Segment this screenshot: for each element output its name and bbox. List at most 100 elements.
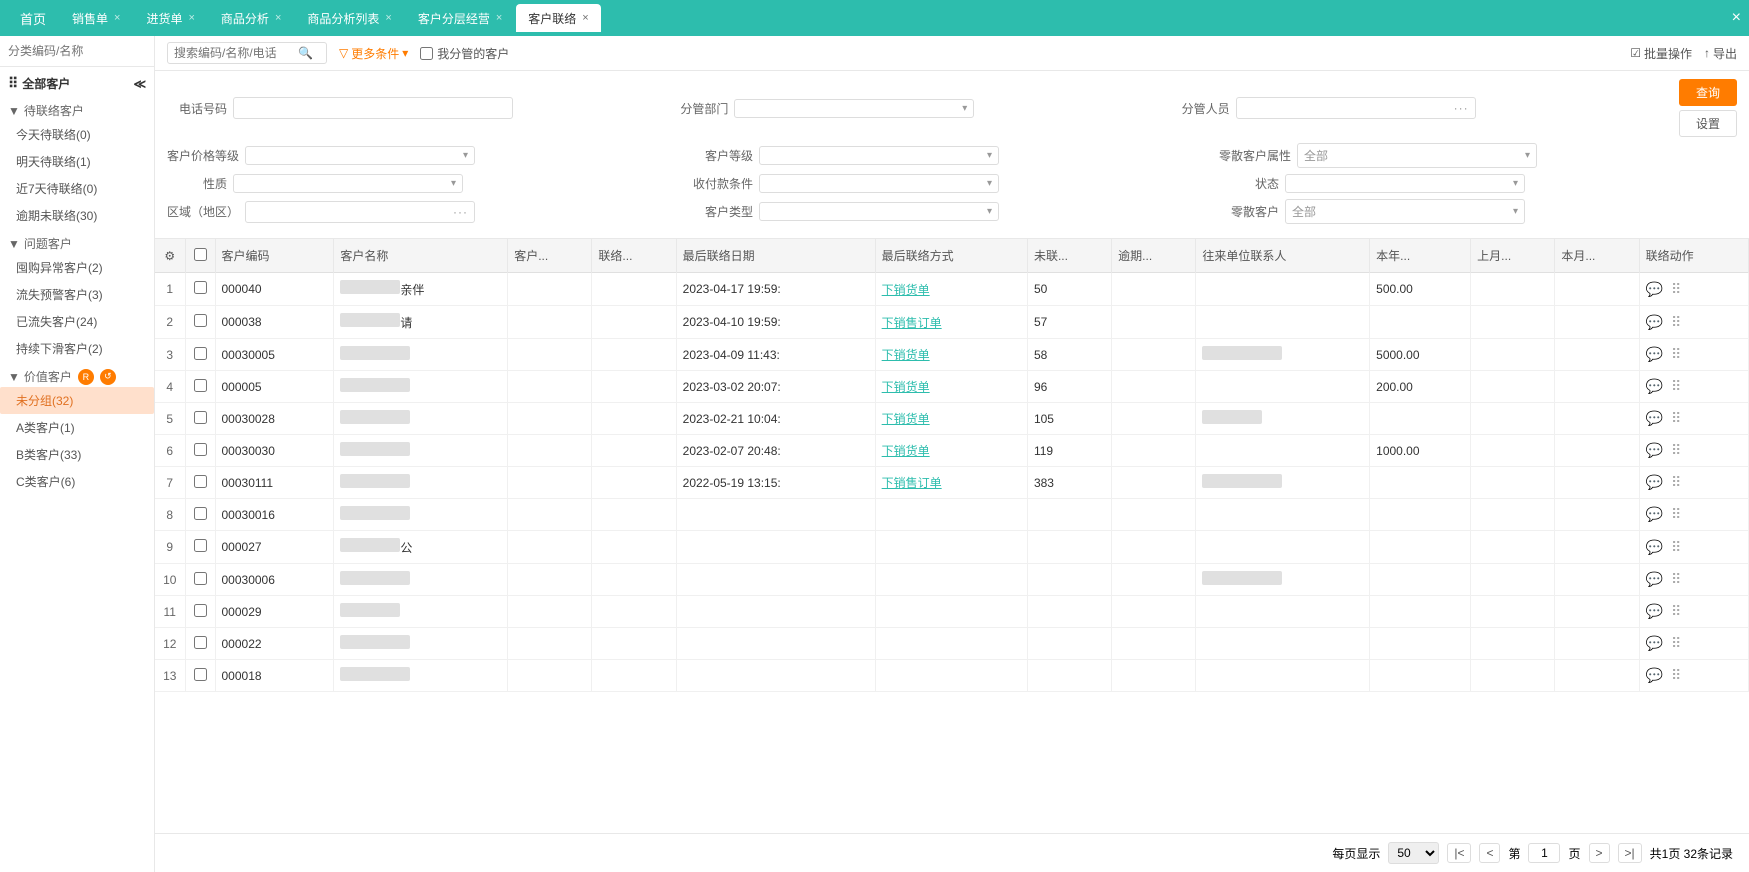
row-actions[interactable]: 💬 ⠿ xyxy=(1639,371,1748,403)
query-button[interactable]: 查询 xyxy=(1679,79,1737,106)
row-checkbox[interactable] xyxy=(185,499,215,531)
row-actions[interactable]: 💬 ⠿ xyxy=(1639,403,1748,435)
retail-cust-select[interactable]: 全部▾ xyxy=(1285,199,1525,224)
grid-icon[interactable]: ⠿ xyxy=(1671,603,1681,620)
my-customers-check[interactable] xyxy=(420,47,433,60)
row-checkbox[interactable] xyxy=(185,596,215,628)
tab-close-icon[interactable]: × xyxy=(385,12,391,24)
row-last-method[interactable] xyxy=(875,531,1027,564)
reset-button[interactable]: 设置 xyxy=(1679,110,1737,137)
row-actions[interactable]: 💬 ⠿ xyxy=(1639,499,1748,531)
sidebar-item-today[interactable]: 今天待联络(0) xyxy=(0,121,154,148)
sidebar-search-input[interactable] xyxy=(8,44,155,58)
row-last-method[interactable]: 下销货单 xyxy=(875,273,1027,306)
row-checkbox[interactable] xyxy=(185,435,215,467)
tab-close-icon[interactable]: × xyxy=(114,12,120,24)
page-input[interactable] xyxy=(1528,843,1560,863)
filter-search-box[interactable]: 🔍 xyxy=(167,42,327,64)
grid-icon[interactable]: ⠿ xyxy=(1671,571,1681,588)
grid-icon[interactable]: ⠿ xyxy=(1671,474,1681,491)
row-actions[interactable]: 💬 ⠿ xyxy=(1639,339,1748,371)
tab-close-icon[interactable]: × xyxy=(582,12,588,24)
tab-product-analysis-list[interactable]: 商品分析列表 × xyxy=(295,4,403,32)
close-all-tabs-icon[interactable]: × xyxy=(1732,9,1741,27)
grid-icon[interactable]: ⠿ xyxy=(1671,410,1681,427)
message-icon[interactable]: 💬 xyxy=(1646,603,1663,620)
region-select[interactable]: ··· xyxy=(245,201,475,223)
select-all-checkbox[interactable] xyxy=(194,248,207,261)
row-checkbox[interactable] xyxy=(185,339,215,371)
prev-page-btn[interactable]: < xyxy=(1479,843,1500,863)
message-icon[interactable]: 💬 xyxy=(1646,506,1663,523)
phone-input[interactable] xyxy=(233,97,513,119)
tab-close-icon[interactable]: × xyxy=(496,12,502,24)
row-checkbox[interactable] xyxy=(185,371,215,403)
first-page-btn[interactable]: |< xyxy=(1447,843,1471,863)
sidebar-item-7days[interactable]: 近7天待联络(0) xyxy=(0,175,154,202)
tab-close-icon[interactable]: × xyxy=(188,12,194,24)
staff-select[interactable]: ··· xyxy=(1236,97,1476,119)
row-checkbox[interactable] xyxy=(185,467,215,499)
dept-select[interactable]: ▾ xyxy=(734,99,974,118)
cust-level-select[interactable]: ▾ xyxy=(759,146,999,165)
last-page-btn[interactable]: >| xyxy=(1618,843,1642,863)
row-last-method[interactable]: 下销货单 xyxy=(875,403,1027,435)
payment-select[interactable]: ▾ xyxy=(759,174,999,193)
message-icon[interactable]: 💬 xyxy=(1646,539,1663,556)
collapse-icon[interactable]: ≪ xyxy=(133,77,146,91)
row-checkbox[interactable] xyxy=(185,628,215,660)
search-icon[interactable]: 🔍 xyxy=(298,46,313,60)
message-icon[interactable]: 💬 xyxy=(1646,314,1663,331)
sidebar-search-bar[interactable]: 🔍 xyxy=(0,36,154,67)
row-checkbox[interactable] xyxy=(185,403,215,435)
row-last-method[interactable]: 下销货单 xyxy=(875,339,1027,371)
tab-customer-segmentation[interactable]: 客户分层经营 × xyxy=(406,4,514,32)
grid-icon[interactable]: ⠿ xyxy=(1671,442,1681,459)
row-checkbox[interactable] xyxy=(185,306,215,339)
row-checkbox[interactable] xyxy=(185,660,215,692)
more-conditions-btn[interactable]: ▽ 更多条件 ▾ xyxy=(339,45,408,62)
grid-icon[interactable]: ⠿ xyxy=(1671,635,1681,652)
message-icon[interactable]: 💬 xyxy=(1646,410,1663,427)
cust-type-select[interactable]: ▾ xyxy=(759,202,999,221)
price-level-select[interactable]: ▾ xyxy=(245,146,475,165)
tab-product-analysis[interactable]: 商品分析 × xyxy=(209,4,293,32)
value-customers-group[interactable]: ▼ 价值客户 R ↺ xyxy=(0,362,154,387)
message-icon[interactable]: 💬 xyxy=(1646,281,1663,298)
sidebar-item-churned[interactable]: 已流失客户(24) xyxy=(0,308,154,335)
sidebar-item-class-c[interactable]: C类客户(6) xyxy=(0,468,154,495)
sidebar-item-class-b[interactable]: B类客户(33) xyxy=(0,441,154,468)
message-icon[interactable]: 💬 xyxy=(1646,571,1663,588)
row-checkbox[interactable] xyxy=(185,564,215,596)
row-actions[interactable]: 💬 ⠿ xyxy=(1639,564,1748,596)
sidebar-item-tomorrow[interactable]: 明天待联络(1) xyxy=(0,148,154,175)
message-icon[interactable]: 💬 xyxy=(1646,474,1663,491)
row-last-method[interactable]: 下销售订单 xyxy=(875,306,1027,339)
row-last-method[interactable]: 下销货单 xyxy=(875,371,1027,403)
tab-customer-contact[interactable]: 客户联络 × xyxy=(516,4,600,32)
col-settings[interactable]: ⚙ xyxy=(155,239,185,273)
grid-icon[interactable]: ⠿ xyxy=(1671,506,1681,523)
row-actions[interactable]: 💬 ⠿ xyxy=(1639,596,1748,628)
row-actions[interactable]: 💬 ⠿ xyxy=(1639,660,1748,692)
sidebar-item-overdue[interactable]: 逾期未联络(30) xyxy=(0,202,154,229)
all-customers-header[interactable]: ⠿ 全部客户 ≪ xyxy=(0,67,154,96)
status-select[interactable]: ▾ xyxy=(1285,174,1525,193)
batch-ops-btn[interactable]: ☑ 批量操作 xyxy=(1630,45,1692,62)
export-btn[interactable]: ↑ 导出 xyxy=(1704,45,1737,62)
message-icon[interactable]: 💬 xyxy=(1646,378,1663,395)
message-icon[interactable]: 💬 xyxy=(1646,635,1663,652)
message-icon[interactable]: 💬 xyxy=(1646,667,1663,684)
row-last-method[interactable] xyxy=(875,596,1027,628)
message-icon[interactable]: 💬 xyxy=(1646,346,1663,363)
tab-home[interactable]: 首页 xyxy=(8,9,58,28)
grid-icon[interactable]: ⠿ xyxy=(1671,314,1681,331)
grid-icon[interactable]: ⠿ xyxy=(1671,346,1681,363)
row-checkbox[interactable] xyxy=(185,531,215,564)
sidebar-item-abnormal[interactable]: 囤购异常客户(2) xyxy=(0,254,154,281)
row-actions[interactable]: 💬 ⠿ xyxy=(1639,435,1748,467)
sidebar-item-declining[interactable]: 持续下滑客户(2) xyxy=(0,335,154,362)
tab-purchase-order[interactable]: 进货单 × xyxy=(134,4,206,32)
row-last-method[interactable]: 下销货单 xyxy=(875,435,1027,467)
row-last-method[interactable] xyxy=(875,564,1027,596)
